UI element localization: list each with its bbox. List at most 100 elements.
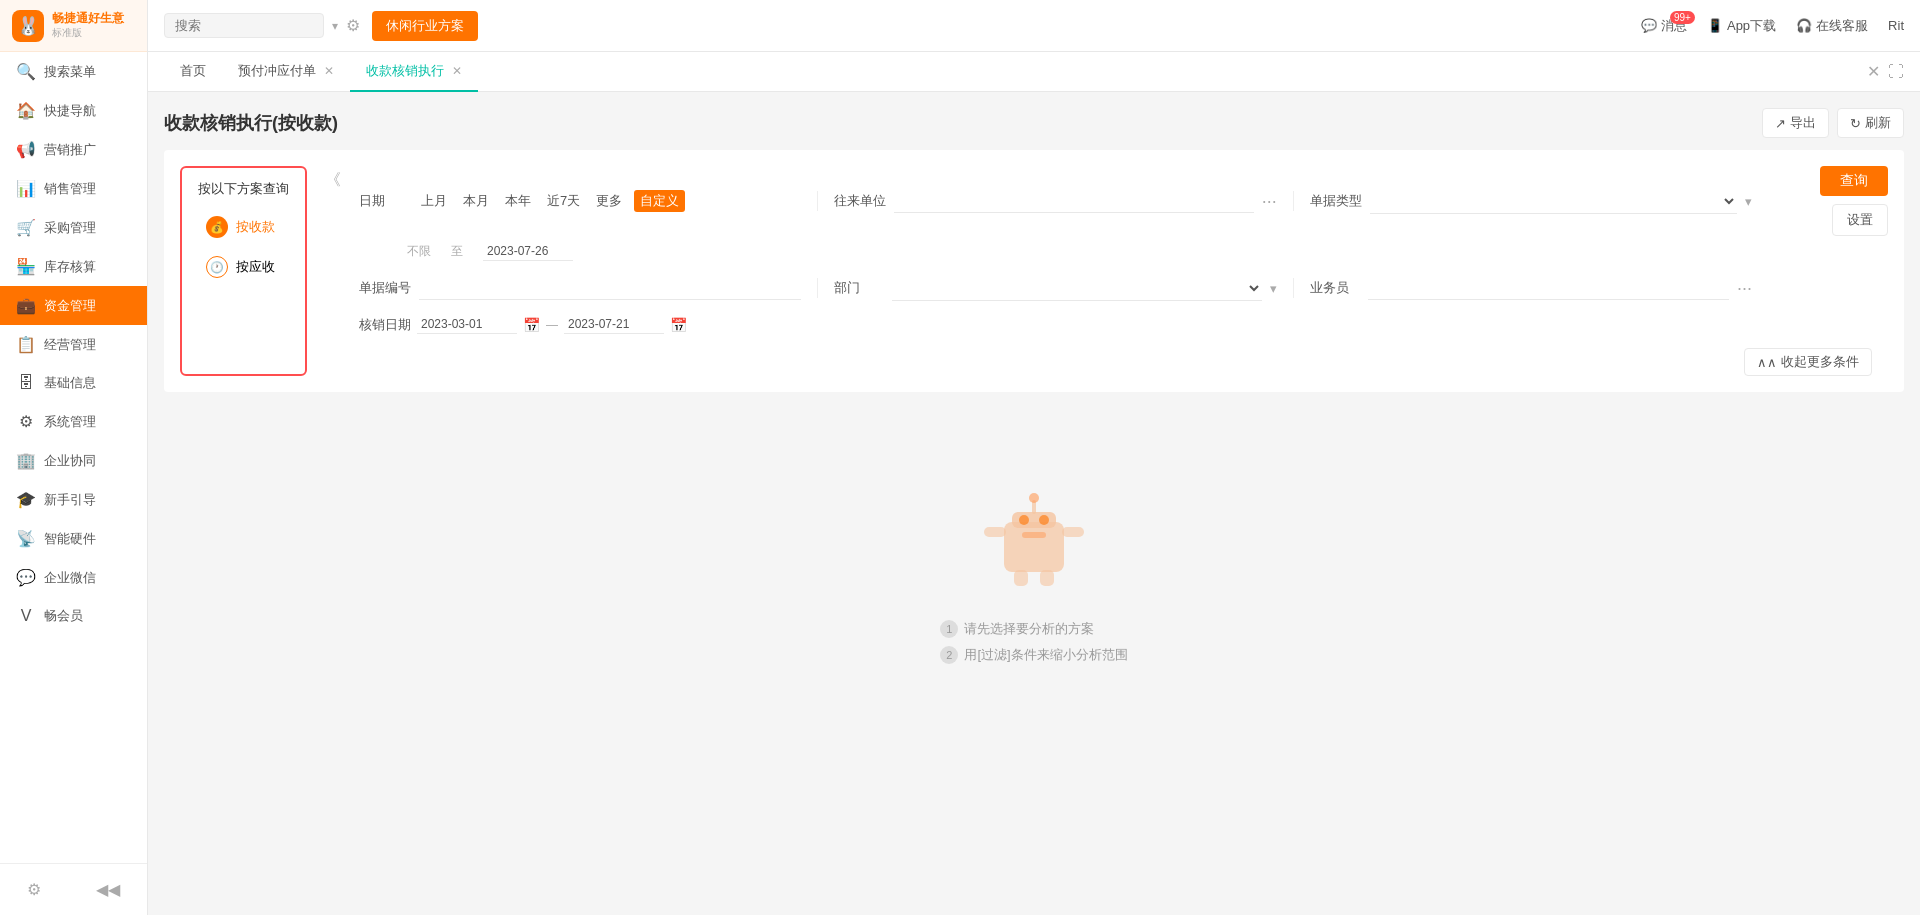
solution-button[interactable]: 休闲行业方案: [372, 11, 478, 41]
filter-option-by-receipt[interactable]: 💰 按收款: [198, 210, 289, 244]
filter-date-field: 日期 上月 本月 本年 近7天 更多 自定义: [359, 190, 801, 212]
tab-home[interactable]: 首页: [164, 52, 222, 92]
sidebar-item-quicknav[interactable]: 🏠 快捷导航: [0, 91, 147, 130]
search-chevron-icon[interactable]: ▾: [332, 19, 338, 33]
online-service-button[interactable]: 🎧 在线客服: [1796, 17, 1868, 35]
bill-type-chevron: ▾: [1745, 194, 1752, 209]
filter-option-by-receivable[interactable]: 🕐 按应收: [198, 250, 289, 284]
wechat-icon: 💬: [16, 568, 36, 587]
sidebar-item-label: 采购管理: [44, 219, 96, 237]
tip-num-1: 1: [940, 620, 958, 638]
tab-prepay-close[interactable]: ✕: [324, 64, 334, 78]
purchase-icon: 🛒: [16, 218, 36, 237]
enterprise-icon: 🏢: [16, 451, 36, 470]
tip-text-2: 用[过滤]条件来缩小分析范围: [964, 642, 1127, 668]
counterpart-input[interactable]: [894, 189, 1253, 213]
filter-panel: 按以下方案查询 💰 按收款 🕐 按应收 《 日期: [164, 150, 1904, 392]
empty-tips: 1 请先选择要分析的方案 2 用[过滤]条件来缩小分析范围: [940, 616, 1127, 668]
export-button[interactable]: ↗ 导出: [1762, 108, 1829, 138]
filter-collapse-button[interactable]: 《: [323, 166, 343, 376]
date-end-input[interactable]: [483, 242, 573, 261]
writeoff-start-calendar-icon[interactable]: 📅: [523, 317, 540, 333]
filter-row-1: 日期 上月 本月 本年 近7天 更多 自定义 往来单位: [359, 166, 1888, 236]
user-name: Rit: [1888, 18, 1904, 33]
topbar: ▾ ⚙ 休闲行业方案 💬 消息 99+ 📱 App下载 🎧 在线客服 Rit: [148, 0, 1920, 52]
collapse-sidebar-icon[interactable]: ◀◀: [88, 872, 128, 907]
user-avatar-button[interactable]: Rit: [1888, 18, 1904, 33]
tab-receipt-label: 收款核销执行: [366, 62, 444, 80]
writeoff-end-calendar-icon[interactable]: 📅: [670, 317, 687, 333]
search-icon: 🔍: [16, 62, 36, 81]
writeoff-date-end-input[interactable]: [564, 315, 664, 334]
date-7days[interactable]: 近7天: [543, 190, 584, 212]
salesman-input[interactable]: [1368, 276, 1729, 300]
bill-no-input[interactable]: [419, 276, 801, 300]
sidebar-item-marketing[interactable]: 📢 营销推广: [0, 130, 147, 169]
sidebar-item-funds[interactable]: 💼 资金管理: [0, 286, 147, 325]
vip-icon: V: [16, 607, 36, 625]
date-unlimited-label: 不限: [407, 243, 431, 260]
logo-icon: 🐰: [12, 10, 44, 42]
refresh-button[interactable]: ↻ 刷新: [1837, 108, 1904, 138]
sidebar-item-newbie[interactable]: 🎓 新手引导: [0, 480, 147, 519]
filter-bill-no-field: 单据编号: [359, 276, 801, 300]
sidebar-item-purchase[interactable]: 🛒 采购管理: [0, 208, 147, 247]
collapse-icon: ∧∧: [1757, 355, 1777, 370]
salesman-dots-icon[interactable]: ···: [1737, 278, 1752, 299]
filter-settings-button[interactable]: 设置: [1832, 204, 1888, 236]
sidebar-item-operations[interactable]: 📋 经营管理: [0, 325, 147, 364]
tab-receipt-writeoff[interactable]: 收款核销执行 ✕: [350, 52, 478, 92]
sidebar-item-inventory[interactable]: 🏪 库存核算: [0, 247, 147, 286]
svg-rect-4: [1022, 532, 1046, 538]
sidebar-item-basic[interactable]: 🗄 基础信息: [0, 364, 147, 402]
sidebar-item-enterprise[interactable]: 🏢 企业协同: [0, 441, 147, 480]
sidebar-item-vip[interactable]: V 畅会员: [0, 597, 147, 635]
empty-tip-2: 2 用[过滤]条件来缩小分析范围: [940, 642, 1127, 668]
tab-prepay-flush[interactable]: 预付冲应付单 ✕: [222, 52, 350, 92]
dept-select[interactable]: [892, 275, 1261, 301]
date-this-month[interactable]: 本月: [459, 190, 493, 212]
svg-rect-6: [1062, 527, 1084, 537]
settings-gear-icon[interactable]: ⚙: [346, 16, 360, 35]
filter-counterpart-field: 往来单位 ···: [834, 189, 1276, 213]
tabs-expand-icon[interactable]: ⛶: [1888, 63, 1904, 81]
tabs-bar: 首页 预付冲应付单 ✕ 收款核销执行 ✕ ✕ ⛶: [148, 52, 1920, 92]
operations-icon: 📋: [16, 335, 36, 354]
sidebar-item-search[interactable]: 🔍 搜索菜单: [0, 52, 147, 91]
svg-rect-5: [984, 527, 1006, 537]
sidebar-item-hardware[interactable]: 📡 智能硬件: [0, 519, 147, 558]
tabs-right-controls: ✕ ⛶: [1867, 62, 1904, 81]
app-download-label: App下载: [1727, 17, 1776, 35]
filter-date-range-row: 不限 至: [407, 242, 1888, 261]
sidebar-item-label: 基础信息: [44, 374, 96, 392]
page-header: 收款核销执行(按收款) ↗ 导出 ↻ 刷新: [164, 108, 1904, 138]
tip-text-1: 请先选择要分析的方案: [964, 616, 1094, 642]
sidebar-item-label: 经营管理: [44, 336, 96, 354]
dept-label: 部门: [834, 279, 884, 297]
tip-num-2: 2: [940, 646, 958, 664]
app-download-button[interactable]: 📱 App下载: [1707, 17, 1776, 35]
counterpart-dots-icon[interactable]: ···: [1262, 191, 1277, 212]
topbar-search-input[interactable]: [164, 13, 324, 38]
sidebar-item-label: 销售管理: [44, 180, 96, 198]
writeoff-date-start-input[interactable]: [417, 315, 517, 334]
date-last-month[interactable]: 上月: [417, 190, 451, 212]
salesman-label: 业务员: [1310, 279, 1360, 297]
date-more[interactable]: 更多: [592, 190, 626, 212]
bill-type-select[interactable]: [1370, 188, 1737, 214]
date-custom[interactable]: 自定义: [634, 190, 685, 212]
query-button[interactable]: 查询: [1820, 166, 1888, 196]
svg-rect-0: [1004, 522, 1064, 572]
tabs-close-all-icon[interactable]: ✕: [1867, 62, 1880, 81]
receivable-option-icon: 🕐: [206, 256, 228, 278]
sidebar-item-system[interactable]: ⚙ 系统管理: [0, 402, 147, 441]
headset-icon: 🎧: [1796, 18, 1812, 33]
message-button[interactable]: 💬 消息 99+: [1641, 17, 1687, 35]
settings-bottom-icon[interactable]: ⚙: [19, 872, 49, 907]
sidebar-item-wechat[interactable]: 💬 企业微信: [0, 558, 147, 597]
filter-salesman-field: 业务员 ···: [1310, 276, 1752, 300]
sidebar-item-sales[interactable]: 📊 销售管理: [0, 169, 147, 208]
tab-receipt-close[interactable]: ✕: [452, 64, 462, 78]
collapse-more-button[interactable]: ∧∧ 收起更多条件: [1744, 348, 1872, 376]
date-this-year[interactable]: 本年: [501, 190, 535, 212]
